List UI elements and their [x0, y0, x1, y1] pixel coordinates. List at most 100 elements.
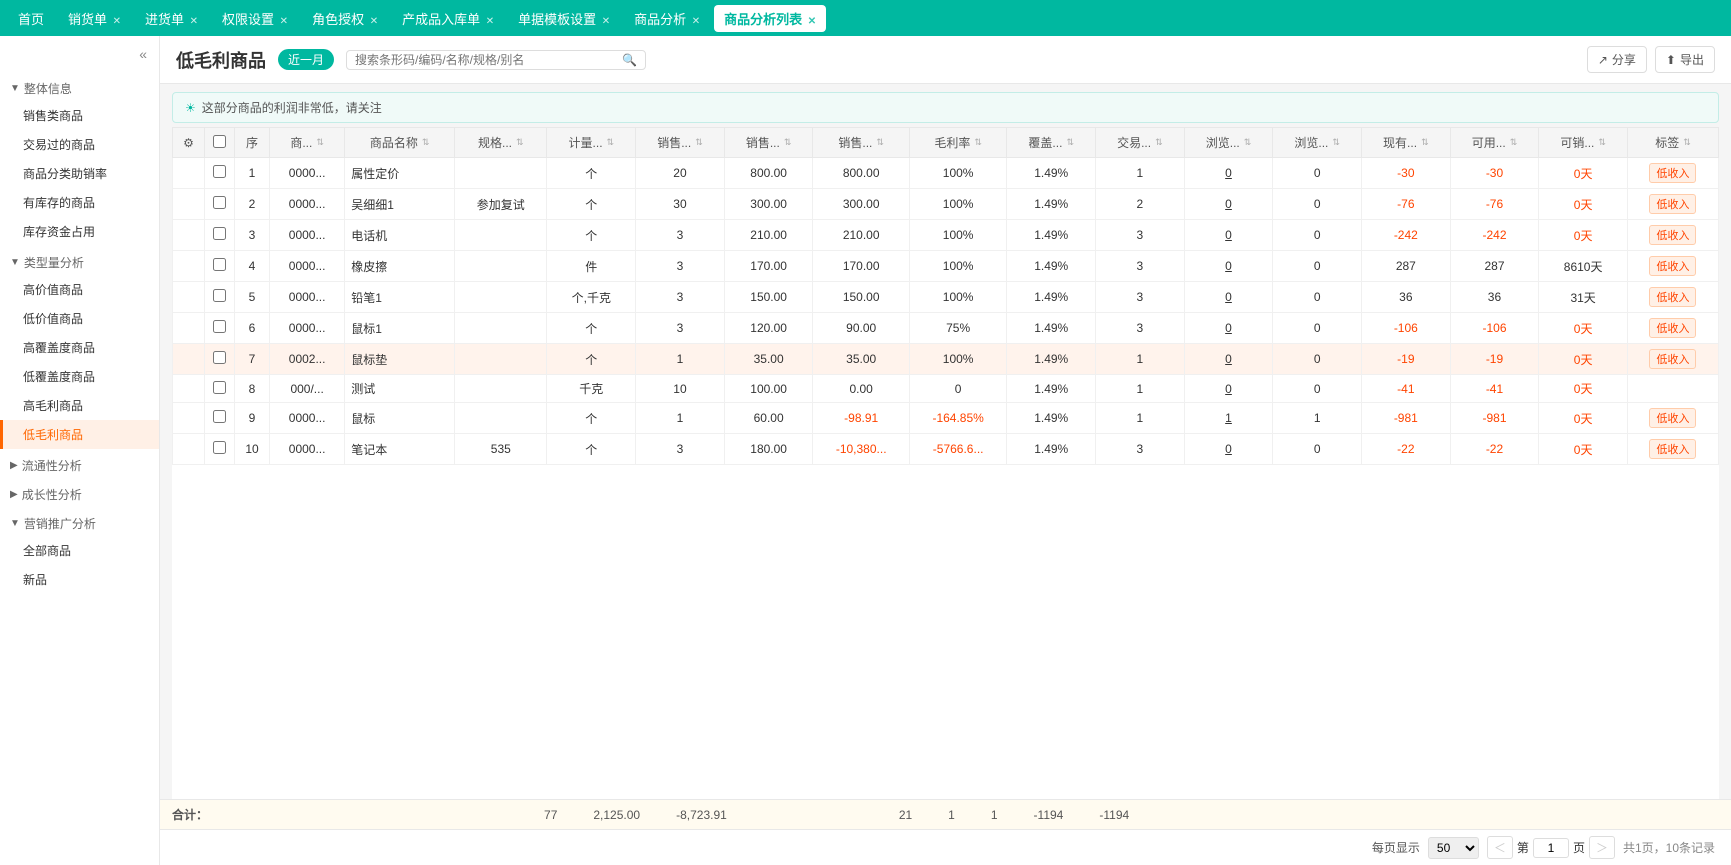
th-trade[interactable]: 交易...⇅ [1096, 128, 1185, 158]
cell-browse-count-5[interactable]: 0 [1184, 313, 1273, 344]
th-tag[interactable]: 标签⇅ [1627, 128, 1718, 158]
th-qty[interactable]: 销售...⇅ [636, 128, 725, 158]
nav-close-purchase[interactable]: ✕ [190, 16, 198, 27]
settings-icon[interactable]: ⚙ [183, 136, 194, 150]
export-btn[interactable]: ⬆ 导出 [1655, 46, 1715, 73]
cell-check-4[interactable] [205, 282, 235, 313]
nav-product-entry[interactable]: 产成品入库单 ✕ [392, 5, 504, 32]
th-check[interactable] [205, 128, 235, 158]
th-profit-rate[interactable]: 毛利率⇅ [909, 128, 1006, 158]
page-size-select[interactable]: 20 50 100 [1428, 837, 1479, 859]
sidebar-item-low-coverage[interactable]: 低覆盖度商品 [0, 362, 159, 391]
sidebar-item-all-goods[interactable]: 全部商品 [0, 536, 159, 565]
row-checkbox-0[interactable] [213, 165, 226, 178]
cell-check-5[interactable] [205, 313, 235, 344]
row-checkbox-5[interactable] [213, 320, 226, 333]
cell-check-3[interactable] [205, 251, 235, 282]
cell-check-2[interactable] [205, 220, 235, 251]
cell-browse-count-2[interactable]: 0 [1184, 220, 1273, 251]
sidebar-item-category-rate[interactable]: 商品分类助销率 [0, 159, 159, 188]
cell-check-9[interactable] [205, 434, 235, 465]
cell-profit-rate-5: 75% [909, 313, 1006, 344]
cell-check-6[interactable] [205, 344, 235, 375]
cell-browse-count-8[interactable]: 1 [1184, 403, 1273, 434]
cell-browse-count-7[interactable]: 0 [1184, 375, 1273, 403]
row-checkbox-9[interactable] [213, 441, 226, 454]
nav-close-goods-analysis-list[interactable]: ✕ [808, 16, 816, 27]
nav-role[interactable]: 角色授权 ✕ [302, 5, 388, 32]
sidebar-item-traded-goods[interactable]: 交易过的商品 [0, 130, 159, 159]
row-checkbox-8[interactable] [213, 410, 226, 423]
sidebar-item-capital[interactable]: 库存资金占用 [0, 217, 159, 246]
sidebar-item-low-value[interactable]: 低价值商品 [0, 304, 159, 333]
cell-browse-count-6[interactable]: 0 [1184, 344, 1273, 375]
nav-close-role[interactable]: ✕ [370, 16, 378, 27]
cell-browse-count-0[interactable]: 0 [1184, 158, 1273, 189]
th-browse-customer[interactable]: 浏览...⇅ [1273, 128, 1362, 158]
th-sellable-days[interactable]: 可销...⇅ [1539, 128, 1628, 158]
sidebar-group-marketing[interactable]: ▼ 营销推广分析 [0, 507, 159, 536]
nav-close-permission[interactable]: ✕ [280, 16, 288, 27]
nav-goods-analysis-list[interactable]: 商品分析列表 ✕ [714, 5, 826, 32]
nav-permission[interactable]: 权限设置 ✕ [212, 5, 298, 32]
sidebar-item-low-margin[interactable]: 低毛利商品 [0, 420, 159, 449]
row-checkbox-2[interactable] [213, 227, 226, 240]
time-filter-btn[interactable]: 近一月 [278, 49, 334, 70]
nav-close-product-entry[interactable]: ✕ [486, 16, 494, 27]
nav-sales[interactable]: 销货单 ✕ [58, 5, 131, 32]
th-coverage[interactable]: 覆盖...⇅ [1007, 128, 1096, 158]
cell-browse-count-9[interactable]: 0 [1184, 434, 1273, 465]
th-current-stock[interactable]: 现有...⇅ [1362, 128, 1451, 158]
th-spec[interactable]: 规格...⇅ [455, 128, 547, 158]
cell-check-0[interactable] [205, 158, 235, 189]
row-checkbox-6[interactable] [213, 351, 226, 364]
sidebar-item-high-value[interactable]: 高价值商品 [0, 275, 159, 304]
nav-close-template[interactable]: ✕ [602, 16, 610, 27]
search-icon[interactable]: 🔍 [622, 53, 637, 67]
sidebar-collapse-btn[interactable]: « [135, 42, 151, 66]
search-input[interactable] [355, 53, 618, 67]
sidebar-group-growth[interactable]: ▶ 成长性分析 [0, 478, 159, 507]
sidebar-item-new-goods[interactable]: 新品 [0, 565, 159, 594]
th-name[interactable]: 商品名称⇅ [345, 128, 455, 158]
th-browse-count[interactable]: 浏览...⇅ [1184, 128, 1273, 158]
nav-template[interactable]: 单据模板设置 ✕ [508, 5, 620, 32]
nav-goods-analysis[interactable]: 商品分析 ✕ [624, 5, 710, 32]
row-checkbox-4[interactable] [213, 289, 226, 302]
cell-qty-0: 20 [636, 158, 725, 189]
nav-close-goods-analysis[interactable]: ✕ [692, 16, 700, 27]
nav-home[interactable]: 首页 [8, 5, 54, 32]
cell-browse-count-3[interactable]: 0 [1184, 251, 1273, 282]
th-unit[interactable]: 计量...⇅ [547, 128, 636, 158]
share-btn[interactable]: ↗ 分享 [1587, 46, 1647, 73]
sidebar-group-flow[interactable]: ▶ 流通性分析 [0, 449, 159, 478]
nav-purchase[interactable]: 进货单 ✕ [135, 5, 208, 32]
cell-browse-count-1[interactable]: 0 [1184, 189, 1273, 220]
sidebar-item-high-coverage[interactable]: 高覆盖度商品 [0, 333, 159, 362]
sidebar-item-sales-goods[interactable]: 销售类商品 [0, 101, 159, 130]
row-checkbox-7[interactable] [213, 381, 226, 394]
row-checkbox-3[interactable] [213, 258, 226, 271]
prev-page-btn[interactable]: ＜ [1487, 836, 1513, 859]
th-available-stock[interactable]: 可用...⇅ [1450, 128, 1539, 158]
nav-close-sales[interactable]: ✕ [113, 16, 121, 27]
footer-amount: 2,125.00 [593, 808, 640, 822]
th-code[interactable]: 商...⇅ [270, 128, 345, 158]
cell-check-1[interactable] [205, 189, 235, 220]
cell-browse-count-4[interactable]: 0 [1184, 282, 1273, 313]
sidebar-item-high-margin[interactable]: 高毛利商品 [0, 391, 159, 420]
select-all-checkbox[interactable] [213, 135, 226, 148]
cell-browse-customer-8: 1 [1273, 403, 1362, 434]
page-number-input[interactable] [1533, 838, 1569, 858]
sidebar-item-in-stock[interactable]: 有库存的商品 [0, 188, 159, 217]
cell-check-8[interactable] [205, 403, 235, 434]
th-amount[interactable]: 销售...⇅ [724, 128, 813, 158]
th-profit[interactable]: 销售...⇅ [813, 128, 909, 158]
row-checkbox-1[interactable] [213, 196, 226, 209]
next-page-btn[interactable]: ＞ [1589, 836, 1615, 859]
cell-profit-8: -98.91 [813, 403, 909, 434]
cell-check-7[interactable] [205, 375, 235, 403]
th-settings[interactable]: ⚙ [173, 128, 205, 158]
sidebar-group-type[interactable]: ▼ 类型量分析 [0, 246, 159, 275]
sidebar-group-overall[interactable]: ▼ 整体信息 [0, 72, 159, 101]
